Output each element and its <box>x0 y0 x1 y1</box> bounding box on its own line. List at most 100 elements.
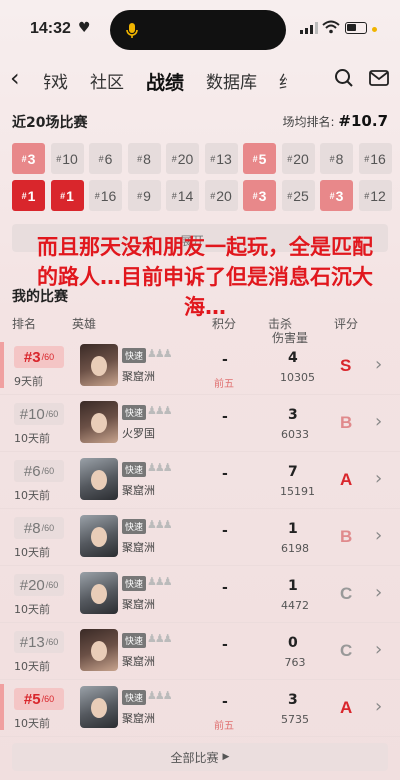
rank-cell[interactable]: #3 <box>320 180 353 211</box>
match-rank: #3/60 <box>14 346 64 368</box>
points-value: - <box>222 580 228 596</box>
hero-name: 聚窟洲 <box>122 712 155 725</box>
rank-cell[interactable]: #14 <box>166 180 199 211</box>
tab-records[interactable]: 战绩 <box>146 68 184 95</box>
match-rank-value: 20 <box>28 576 45 594</box>
damage-value: 6033 <box>281 428 309 441</box>
microphone-icon <box>126 23 138 38</box>
mode-badge: 快速 <box>122 348 147 363</box>
hash-mark: # <box>19 633 29 651</box>
score-grade: A <box>340 470 353 489</box>
hash-mark: # <box>23 462 33 480</box>
tab-games[interactable]: 游戏 <box>44 68 68 95</box>
match-time-ago: 10天前 <box>14 546 50 559</box>
match-time-ago: 10天前 <box>14 660 50 673</box>
rank-value: 3 <box>258 187 267 204</box>
mail-icon[interactable] <box>369 70 389 86</box>
match-rank: #20/60 <box>14 574 64 596</box>
rank-value: 14 <box>177 187 194 204</box>
overlay-caption: 而且那天没和朋友一起玩，全是匹配的路人…目前申诉了但是消息石沉大海… <box>37 235 373 319</box>
chevron-right-icon[interactable]: › <box>375 639 382 660</box>
rank-value: 20 <box>293 150 309 167</box>
rank-cell[interactable]: #20 <box>204 180 238 211</box>
rank-cell[interactable]: #16 <box>358 143 392 174</box>
rank-cell[interactable]: #20 <box>166 143 199 174</box>
rank-cell[interactable]: #1 <box>50 180 84 211</box>
battery-icon <box>345 22 367 34</box>
mode-badge: 快速 <box>122 690 147 705</box>
damage-value: 763 <box>284 656 306 669</box>
match-row[interactable]: #3/60 9天前 快速 ♟♟♟ 聚窟洲 - 前五 4 10305 S › <box>0 338 400 395</box>
all-matches-label: 全部比赛 <box>170 750 219 765</box>
rank-value: 1 <box>66 187 74 204</box>
rank-cell[interactable]: #16 <box>89 180 122 211</box>
all-matches-button[interactable]: 全部比赛 ▶ <box>12 743 388 771</box>
rank-value: 10 <box>62 150 78 167</box>
team-people-icon: ♟♟♟ <box>147 575 173 588</box>
chevron-right-icon[interactable]: › <box>375 468 382 489</box>
match-row[interactable]: #8/60 10天前 快速 ♟♟♟ 聚窟洲 - 1 6198 B › <box>0 509 400 566</box>
rank-cell[interactable]: #1 <box>12 180 45 211</box>
rank-value: 20 <box>177 150 194 167</box>
chevron-right-icon[interactable]: › <box>375 411 382 432</box>
kills-value: 1 <box>288 578 298 594</box>
hero-avatar <box>80 458 118 500</box>
tab-partial[interactable]: 约 <box>279 68 287 95</box>
match-rank-total: /60 <box>41 523 55 533</box>
rank-cell[interactable]: #5 <box>243 143 276 174</box>
match-rank: #13/60 <box>14 631 64 653</box>
heart-icon: ♥ <box>78 20 91 36</box>
chevron-right-icon[interactable]: › <box>375 696 382 717</box>
match-row[interactable]: #5/60 10天前 快速 ♟♟♟ 聚窟洲 - 前五 3 5735 A › <box>0 680 400 737</box>
match-rank-value: 5 <box>32 690 41 708</box>
rank-cell[interactable]: #13 <box>204 143 238 174</box>
rank-cell[interactable]: #25 <box>281 180 315 211</box>
chevron-right-icon[interactable]: › <box>375 525 382 546</box>
hash-mark: # <box>137 190 143 201</box>
match-rank-value: 3 <box>32 348 41 366</box>
match-row[interactable]: #10/60 10天前 快速 ♟♟♟ 火罗国 - 3 6033 B › <box>0 395 400 452</box>
hero-name: 聚窟洲 <box>122 541 155 554</box>
rank-cell[interactable]: #20 <box>281 143 315 174</box>
rank-cell[interactable]: #9 <box>127 180 161 211</box>
recent-header: 近20场比赛 场均排名: #10.7 <box>12 112 388 132</box>
kills-value: 0 <box>288 635 298 651</box>
match-rank-value: 6 <box>32 462 41 480</box>
hash-mark: # <box>210 190 216 201</box>
mode-badge: 快速 <box>122 462 147 477</box>
clock: 14:32 <box>30 20 71 37</box>
rank-value: 8 <box>335 150 344 167</box>
rank-cell[interactable]: #6 <box>89 143 122 174</box>
rank-value: 12 <box>370 187 386 204</box>
kills-value: 4 <box>288 350 298 366</box>
rank-cell[interactable]: #3 <box>243 180 276 211</box>
mode-badge: 快速 <box>122 633 147 648</box>
match-rank-total: /60 <box>41 352 55 362</box>
rank-cell[interactable]: #12 <box>358 180 392 211</box>
hero-avatar <box>80 344 118 386</box>
tab-database[interactable]: 数据库 <box>206 68 257 95</box>
rank-cell[interactable]: #8 <box>127 143 161 174</box>
points-value: - <box>222 694 228 710</box>
back-chevron-icon[interactable]: ‹ <box>10 64 20 92</box>
match-row[interactable]: #13/60 10天前 快速 ♟♟♟ 聚窟洲 - 0 763 C › <box>0 623 400 680</box>
hash-mark: # <box>56 153 62 164</box>
hero-avatar <box>80 515 118 557</box>
hero-name: 聚窟洲 <box>122 655 155 668</box>
score-grade: B <box>340 413 353 432</box>
average-rank-label: 场均排名: <box>282 115 335 129</box>
tab-community[interactable]: 社区 <box>90 68 124 95</box>
rank-cell[interactable]: #8 <box>320 143 353 174</box>
rank-value: 16 <box>100 187 117 204</box>
hash-mark: # <box>329 190 335 201</box>
rank-cell[interactable]: #10 <box>50 143 84 174</box>
points-value: - <box>222 466 228 482</box>
chevron-right-icon[interactable]: › <box>375 582 382 603</box>
match-row[interactable]: #6/60 10天前 快速 ♟♟♟ 聚窟洲 - 7 15191 A › <box>0 452 400 509</box>
match-row[interactable]: #20/60 10天前 快速 ♟♟♟ 聚窟洲 - 1 4472 C › <box>0 566 400 623</box>
match-rank-value: 8 <box>32 519 41 537</box>
rank-cell[interactable]: #3 <box>12 143 45 174</box>
chevron-right-icon[interactable]: › <box>375 354 382 375</box>
search-icon[interactable] <box>334 68 354 88</box>
match-rank-total: /60 <box>45 637 59 647</box>
